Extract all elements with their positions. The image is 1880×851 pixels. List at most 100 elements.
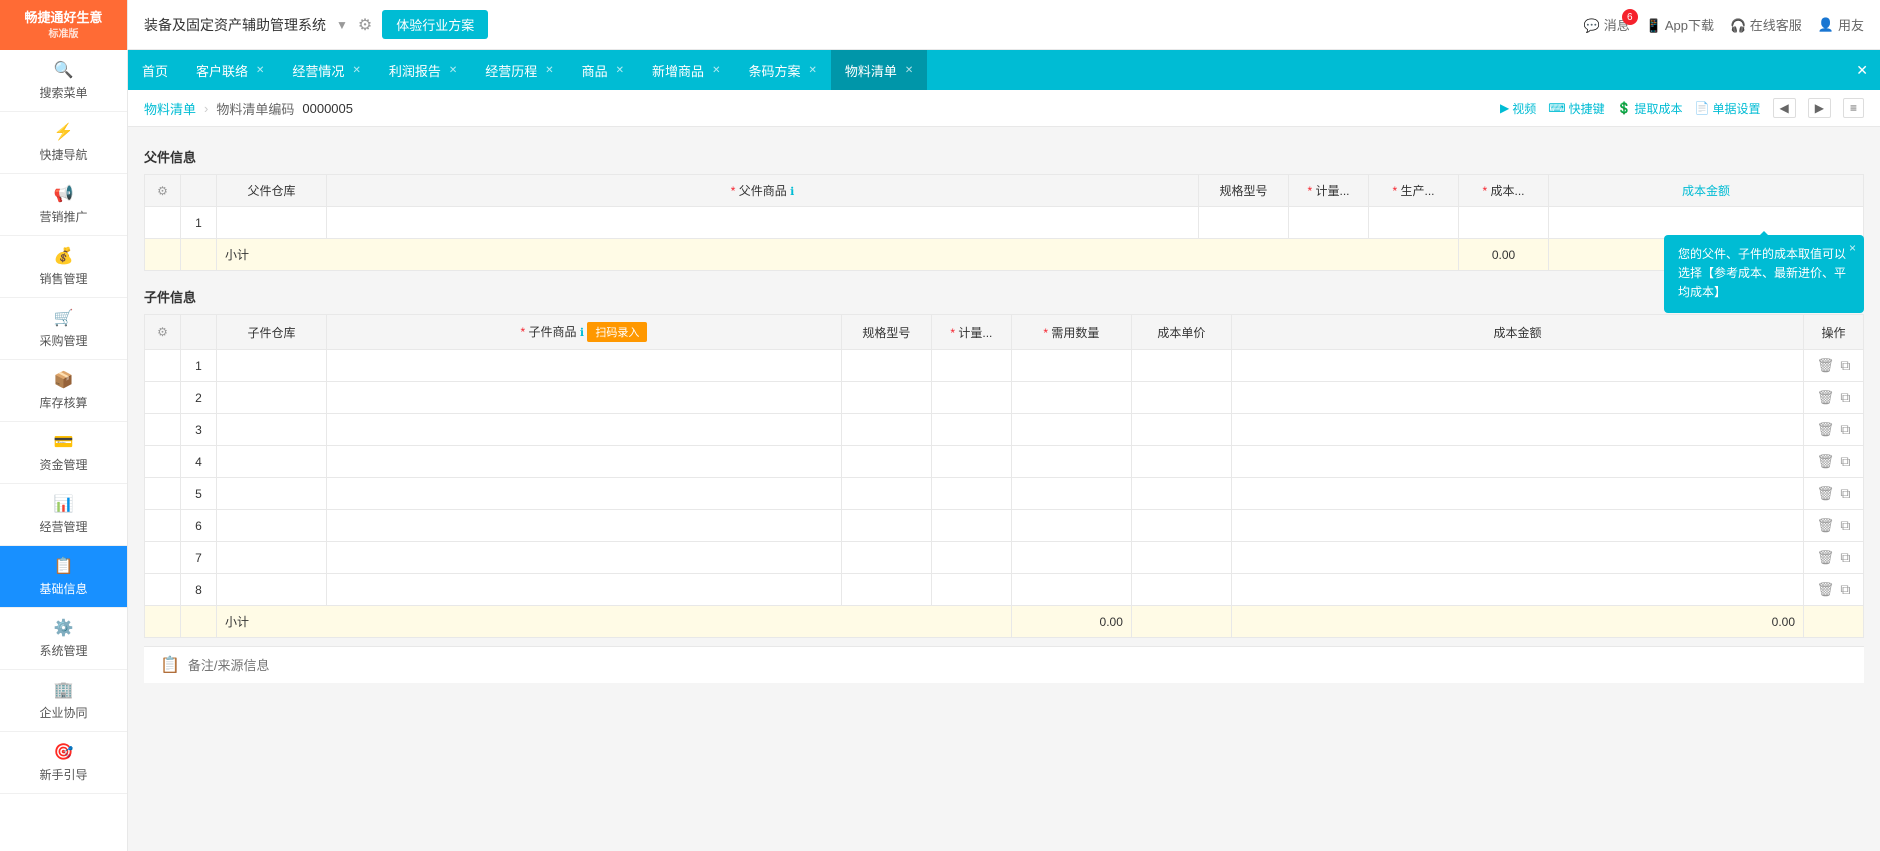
child-row8-product[interactable] [327,574,842,606]
tooltip-close-btn[interactable]: × [1849,239,1856,258]
child-row8-unit-cost[interactable] [1131,574,1231,606]
child-row8-needed[interactable] [1011,574,1131,606]
child-row5-measure[interactable] [931,478,1011,510]
child-row3-product[interactable] [327,414,842,446]
parent-row1-produce[interactable] [1369,207,1459,239]
sidebar-item-operation[interactable]: 📊 经营管理 [0,484,127,546]
child-row6-measure[interactable] [931,510,1011,542]
child-row1-product[interactable] [327,350,842,382]
child-row7-warehouse[interactable] [217,542,327,574]
child-row3-needed[interactable] [1011,414,1131,446]
delete-icon[interactable]: 🗑 [1817,485,1835,502]
child-row7-unit-cost[interactable] [1131,542,1231,574]
copy-icon[interactable]: ⧉ [1840,453,1850,470]
tab-new-goods-close[interactable]: ✕ [712,65,720,76]
copy-icon[interactable]: ⧉ [1840,421,1850,438]
note-input[interactable] [188,658,388,673]
child-row6-product[interactable] [327,510,842,542]
sidebar-item-inventory[interactable]: 📦 库存核算 [0,360,127,422]
child-row4-product[interactable] [327,446,842,478]
tab-bom[interactable]: 物料清单 ✕ [831,50,927,90]
child-row4-needed[interactable] [1011,446,1131,478]
child-row1-measure[interactable] [931,350,1011,382]
delete-icon[interactable]: 🗑 [1817,517,1835,534]
parent-row1-cost[interactable] [1459,207,1549,239]
dropdown-icon[interactable]: ▼ [336,18,348,32]
sidebar-item-enterprise[interactable]: 🏢 企业协同 [0,670,127,732]
sidebar-item-purchase[interactable]: 🛒 采购管理 [0,298,127,360]
child-row4-warehouse[interactable] [217,446,327,478]
copy-icon[interactable]: ⧉ [1840,357,1850,374]
delete-icon[interactable]: 🗑 [1817,389,1835,406]
child-row2-unit-cost[interactable] [1131,382,1231,414]
tab-business-close[interactable]: ✕ [352,65,360,76]
copy-icon[interactable]: ⧉ [1840,549,1850,566]
breadcrumb-root[interactable]: 物料清单 [144,99,196,118]
view-action[interactable]: ▶ 视频 [1500,100,1536,117]
parent-row1-spec[interactable] [1199,207,1289,239]
tab-business[interactable]: 经营情况 ✕ [278,50,374,90]
sidebar-item-finance[interactable]: 💳 资金管理 [0,422,127,484]
tab-new-goods[interactable]: 新增商品 ✕ [638,50,734,90]
trial-button[interactable]: 体验行业方案 [382,10,488,39]
child-row8-spec[interactable] [841,574,931,606]
child-row1-unit-cost[interactable] [1131,350,1231,382]
child-row8-warehouse[interactable] [217,574,327,606]
delete-icon[interactable]: 🗑 [1817,421,1835,438]
child-settings-gear-icon[interactable]: ⚙ [157,325,168,339]
copy-icon[interactable]: ⧉ [1840,581,1850,598]
child-row3-warehouse[interactable] [217,414,327,446]
copy-icon[interactable]: ⧉ [1840,485,1850,502]
parent-settings-gear-icon[interactable]: ⚙ [157,184,168,198]
parent-row1-warehouse[interactable] [217,207,327,239]
sidebar-item-sales[interactable]: 💰 销售管理 [0,236,127,298]
message-button[interactable]: 💬 消息 6 [1584,15,1630,34]
child-row2-needed[interactable] [1011,382,1131,414]
user-avatar[interactable]: 👤 用友 [1818,15,1864,34]
parent-product-info-icon[interactable]: ℹ [790,186,794,198]
sidebar-item-basic-info[interactable]: 📋 基础信息 [0,546,127,608]
tab-home[interactable]: 首页 [128,50,182,90]
child-row7-product[interactable] [327,542,842,574]
child-row2-product[interactable] [327,382,842,414]
child-row4-spec[interactable] [841,446,931,478]
child-row6-unit-cost[interactable] [1131,510,1231,542]
child-row2-spec[interactable] [841,382,931,414]
app-download-link[interactable]: 📱 App下载 [1646,15,1714,34]
child-row5-unit-cost[interactable] [1131,478,1231,510]
scan-input-button[interactable]: 扫码录入 [587,322,647,342]
child-row7-measure[interactable] [931,542,1011,574]
child-row3-spec[interactable] [841,414,931,446]
sidebar-item-marketing[interactable]: 📢 营销推广 [0,174,127,236]
delete-icon[interactable]: 🗑 [1817,357,1835,374]
shortcut-action[interactable]: ⌨ 快捷键 [1548,100,1604,117]
online-service-link[interactable]: 🎧 在线客服 [1730,15,1802,34]
gear-settings-icon[interactable]: ⚙ [358,15,372,35]
child-row4-measure[interactable] [931,446,1011,478]
child-row2-warehouse[interactable] [217,382,327,414]
child-row1-warehouse[interactable] [217,350,327,382]
tab-barcode[interactable]: 条码方案 ✕ [734,50,830,90]
child-row5-spec[interactable] [841,478,931,510]
child-row8-measure[interactable] [931,574,1011,606]
copy-icon[interactable]: ⧉ [1840,517,1850,534]
child-row1-needed[interactable] [1011,350,1131,382]
child-row4-unit-cost[interactable] [1131,446,1231,478]
tab-customer-close[interactable]: ✕ [256,65,264,76]
tab-goods[interactable]: 商品 ✕ [568,50,638,90]
copy-icon[interactable]: ⧉ [1840,389,1850,406]
sidebar-item-quick-nav[interactable]: ⚡ 快捷导航 [0,112,127,174]
child-row5-needed[interactable] [1011,478,1131,510]
child-row7-needed[interactable] [1011,542,1131,574]
tab-goods-close[interactable]: ✕ [616,65,624,76]
tab-bom-close[interactable]: ✕ [905,65,913,76]
child-row2-measure[interactable] [931,382,1011,414]
tab-barcode-close[interactable]: ✕ [808,65,816,76]
cost-action[interactable]: 💲 提取成本 [1617,100,1683,117]
child-product-info-icon[interactable]: ℹ [580,327,584,339]
tab-history-close[interactable]: ✕ [545,65,553,76]
child-row5-warehouse[interactable] [217,478,327,510]
delete-icon[interactable]: 🗑 [1817,549,1835,566]
sidebar-item-system[interactable]: ⚙️ 系统管理 [0,608,127,670]
parent-row1-product[interactable] [327,207,1199,239]
